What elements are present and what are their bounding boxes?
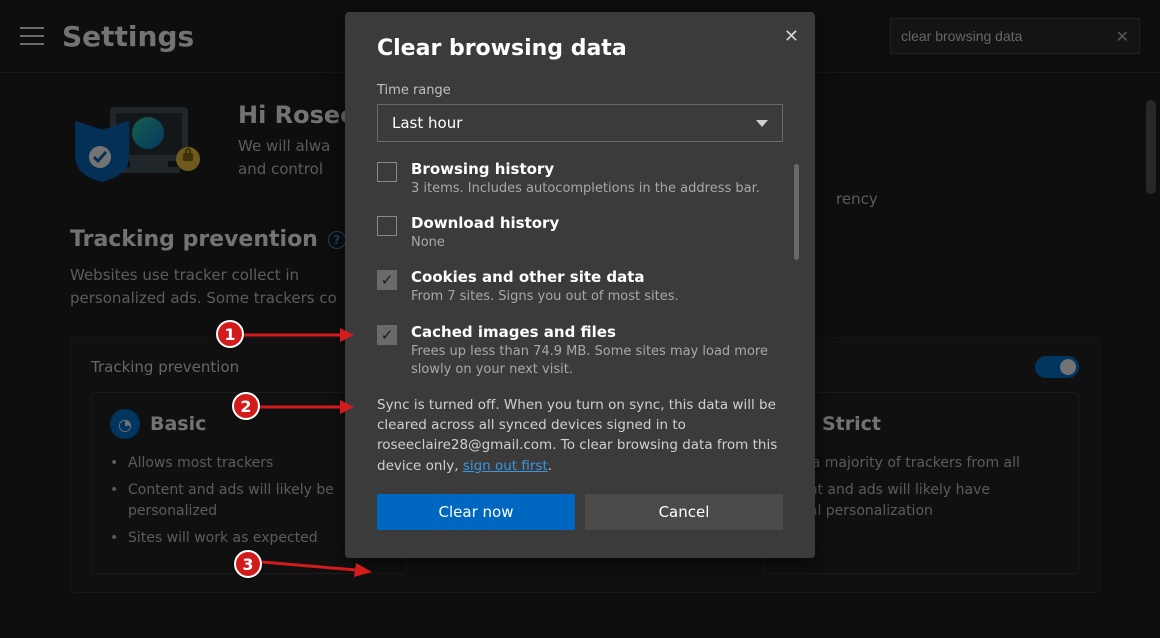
annotation-badge-1: 1 <box>216 320 244 348</box>
checkbox-browsing-history[interactable] <box>377 162 397 182</box>
data-type-row: Download history None <box>377 214 783 252</box>
clear-search-icon[interactable]: ✕ <box>1116 27 1129 46</box>
help-icon[interactable]: ? <box>328 231 346 249</box>
greeting-sub2: and control <box>238 158 356 181</box>
greeting-sub1: We will alwa <box>238 137 330 155</box>
scrollbar[interactable] <box>794 164 799 260</box>
list-item: s a majority of trackers from all <box>796 453 1060 474</box>
data-type-row: Browsing history 3 items. Includes autoc… <box>377 160 783 198</box>
cancel-button[interactable]: Cancel <box>585 494 783 530</box>
profile-illustration <box>70 101 210 191</box>
close-icon[interactable]: ✕ <box>780 22 803 51</box>
clear-browsing-data-dialog: ✕ Clear browsing data Time range Last ho… <box>345 12 815 558</box>
sign-out-link[interactable]: sign out first <box>463 458 548 474</box>
page-title: Settings <box>62 20 194 53</box>
data-type-row: Cached images and files Frees up less th… <box>377 323 783 379</box>
greeting: Hi Rosee <box>238 101 356 129</box>
dialog-title: Clear browsing data <box>377 36 783 61</box>
data-type-row: Cookies and other site data From 7 sites… <box>377 268 783 306</box>
clear-now-button[interactable]: Clear now <box>377 494 575 530</box>
list-item: ent and ads will likely have nal persona… <box>796 480 1060 522</box>
checkbox-cached[interactable] <box>377 325 397 345</box>
time-range-label: Time range <box>377 83 783 98</box>
chevron-down-icon <box>756 120 768 127</box>
annotation-arrow-1 <box>244 325 354 345</box>
annotation-arrow-3 <box>262 552 372 578</box>
search-input[interactable] <box>901 28 1116 44</box>
tracking-toggle[interactable] <box>1035 356 1079 378</box>
annotation-badge-3: 3 <box>234 550 262 578</box>
annotation-arrow-2 <box>260 397 354 417</box>
basic-icon: ◔ <box>110 409 140 439</box>
sync-note: Sync is turned off. When you turn on syn… <box>377 395 783 476</box>
time-range-select[interactable]: Last hour <box>377 104 783 142</box>
menu-icon[interactable] <box>20 27 44 45</box>
annotation-badge-2: 2 <box>232 392 260 420</box>
tracking-card-title: Tracking prevention <box>91 358 239 376</box>
tracking-desc1: Websites use tracker collect in <box>70 266 299 284</box>
checkbox-cookies[interactable] <box>377 270 397 290</box>
search-box[interactable]: ✕ <box>890 18 1140 54</box>
checkbox-download-history[interactable] <box>377 216 397 236</box>
